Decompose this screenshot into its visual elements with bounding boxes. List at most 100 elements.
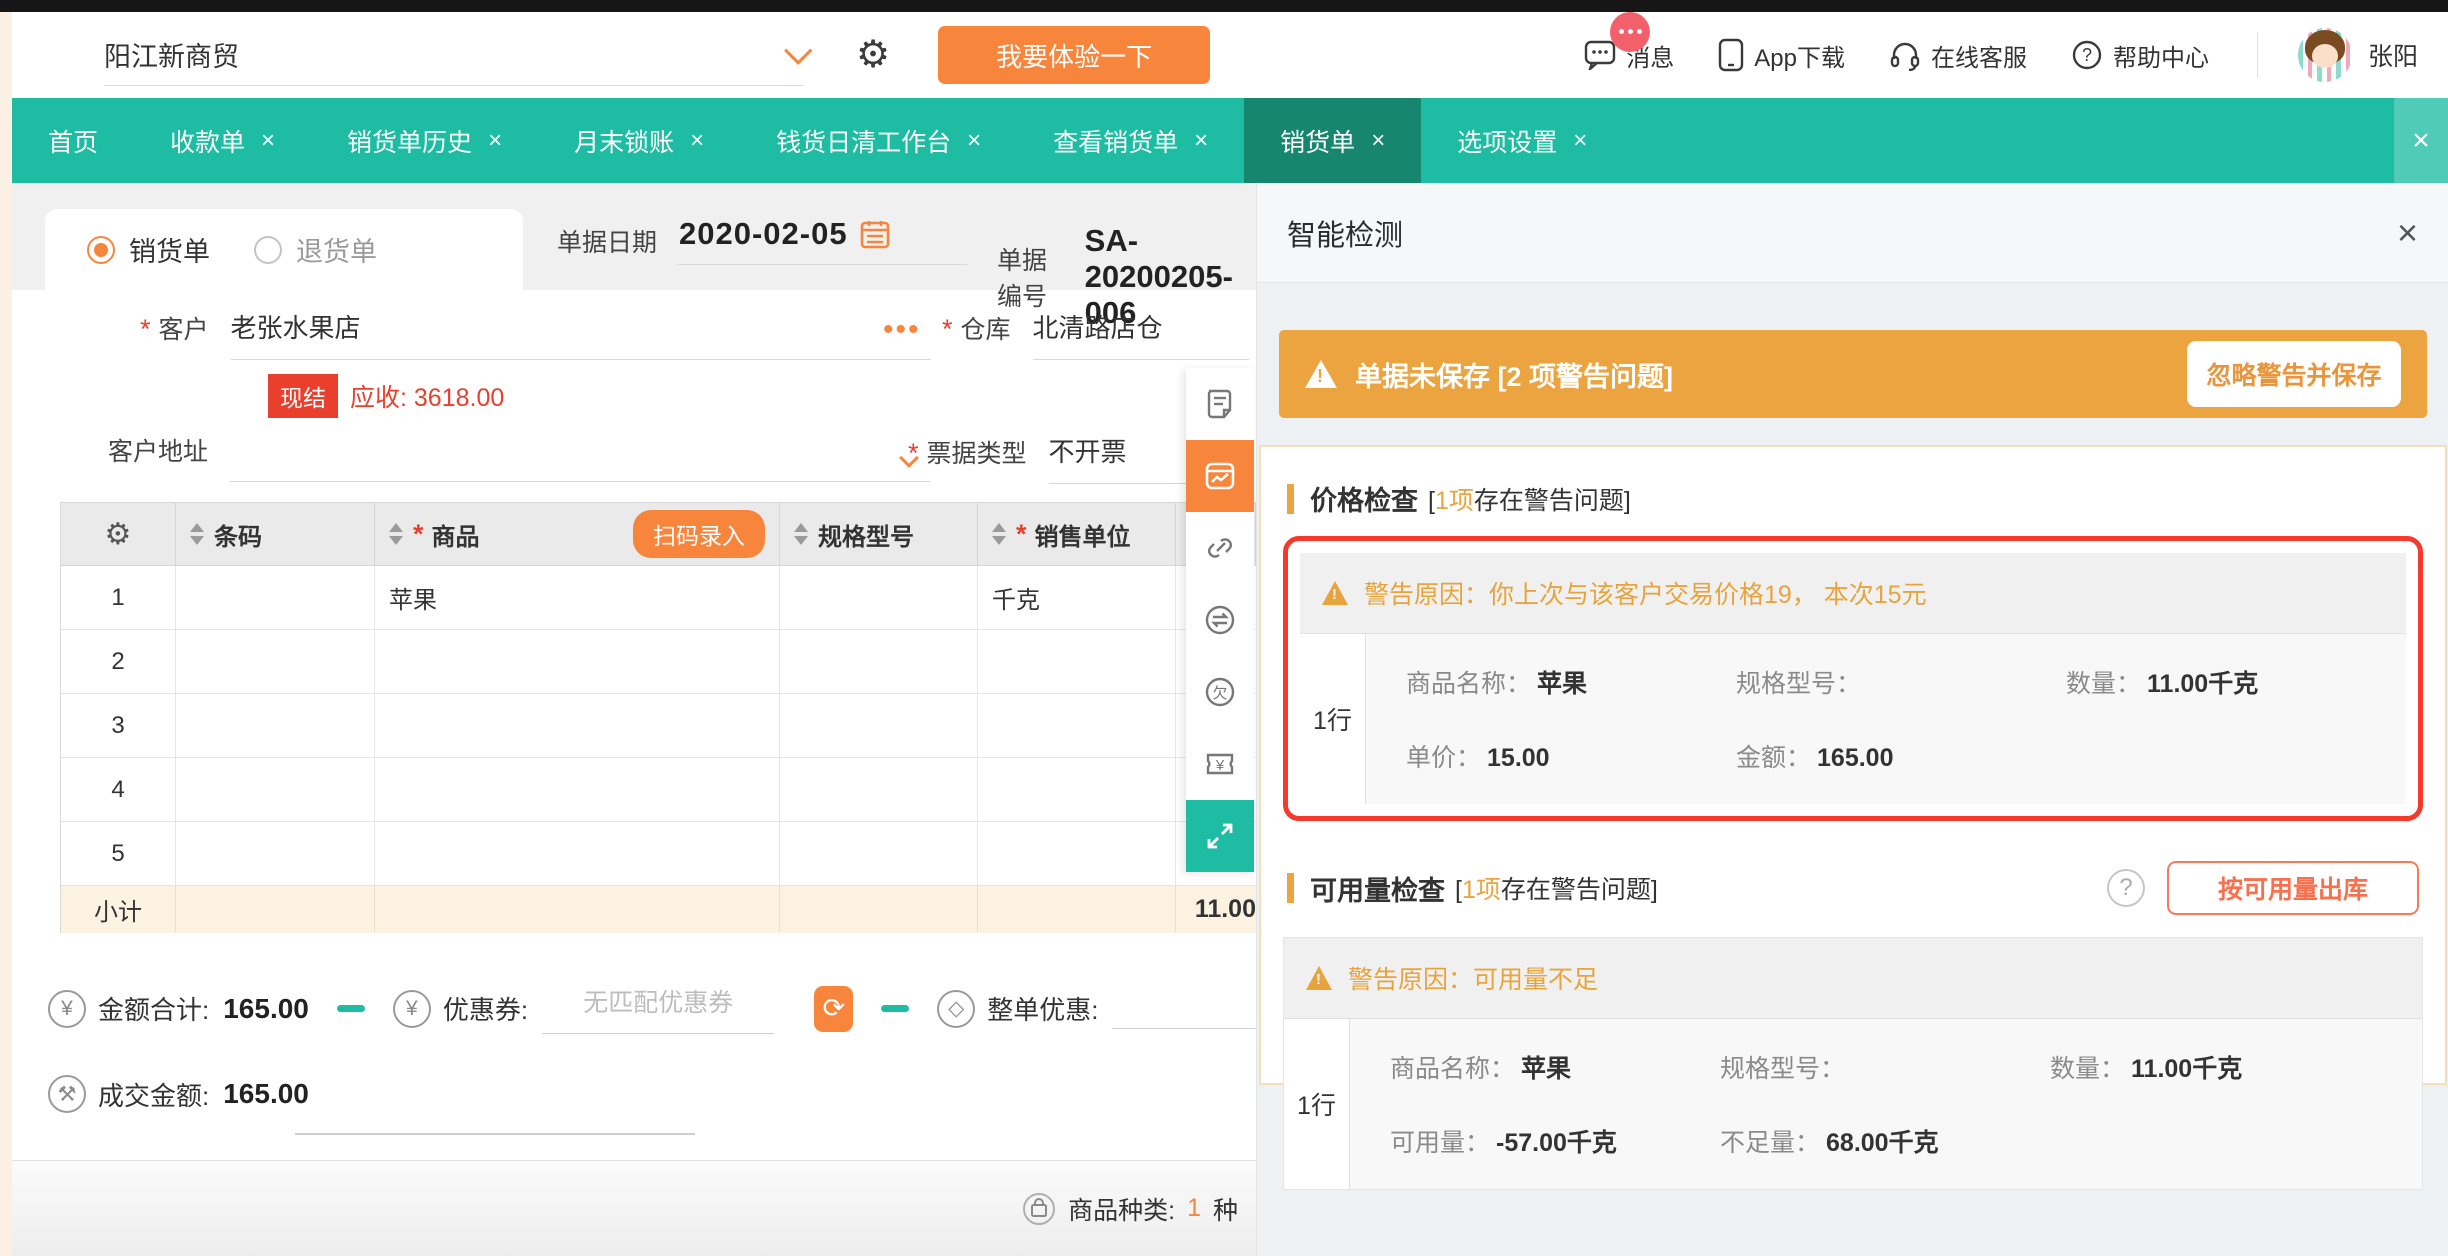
help-circle-icon[interactable]: ? <box>2107 869 2145 907</box>
close-icon[interactable]: × <box>690 127 704 155</box>
refresh-coupon-button[interactable]: ⟳ <box>814 985 854 1032</box>
owe-icon[interactable]: 欠 <box>1186 656 1254 728</box>
cell-spec[interactable] <box>780 566 978 629</box>
cell-unit[interactable] <box>978 694 1176 757</box>
header-barcode[interactable]: 条码 <box>176 503 375 565</box>
table-row[interactable]: 3 <box>61 694 1256 758</box>
header-unit[interactable]: * 销售单位 <box>978 503 1176 565</box>
amount-total-value: 165.00 <box>223 992 309 1024</box>
tab-daily-workbench[interactable]: 钱货日清工作台 × <box>740 98 1017 183</box>
coupon-yen-icon[interactable]: ¥ <box>1186 728 1254 800</box>
company-selector[interactable]: 阳江新商贸 <box>104 24 813 86</box>
amount-total-label: 金额合计: <box>98 995 210 1025</box>
close-icon[interactable]: × <box>967 127 981 155</box>
cell-barcode[interactable] <box>176 822 375 885</box>
tab-sales-history[interactable]: 销货单历史 × <box>311 98 538 183</box>
gear-icon[interactable]: ⚙ <box>856 36 890 74</box>
cell-spec[interactable] <box>780 758 978 821</box>
cell-barcode[interactable] <box>176 630 375 693</box>
sort-icon[interactable] <box>389 523 403 545</box>
cell-product[interactable] <box>375 694 780 757</box>
scan-entry-button[interactable]: 扫码录入 <box>633 510 765 558</box>
tab-receipt[interactable]: 收款单 × <box>134 98 311 183</box>
tab-month-lock[interactable]: 月末锁账 × <box>538 98 740 183</box>
close-icon[interactable]: × <box>1573 127 1587 155</box>
exchange-icon[interactable] <box>1186 584 1254 656</box>
table-row[interactable]: 4 <box>61 758 1256 822</box>
nav-messages[interactable]: 消息 <box>1584 11 1674 73</box>
customer-input[interactable]: 老张水果店 ••• <box>230 308 931 360</box>
tabbar-close-icon[interactable]: × <box>2394 98 2448 183</box>
experience-button[interactable]: 我要体验一下 <box>938 26 1211 84</box>
tab-sales-order-active[interactable]: 销货单 × <box>1244 98 1422 183</box>
expand-icon[interactable] <box>1186 800 1254 872</box>
nav-support[interactable]: 在线客服 <box>1889 38 2027 73</box>
ignore-and-save-button[interactable]: 忽略警告并保存 <box>2187 341 2401 407</box>
required-star: * <box>413 518 424 549</box>
row-index-label: 1行 <box>1284 1019 1350 1189</box>
nav-app-download[interactable]: App下载 <box>1718 38 1845 73</box>
cell-product[interactable] <box>375 822 780 885</box>
deal-hammer-icon: ⚒ <box>48 1075 86 1113</box>
radio-return-order[interactable]: 退货单 <box>254 230 377 269</box>
detail-field: 数量： 11.00千克 <box>2066 670 2259 698</box>
cell-spec[interactable] <box>780 822 978 885</box>
cell-unit[interactable] <box>978 758 1176 821</box>
cell-spec[interactable] <box>780 630 978 693</box>
tab-view-sales-order[interactable]: 查看销货单 × <box>1017 98 1244 183</box>
subtotal-quantity: 11.00 <box>1194 895 1256 923</box>
bag-circle-icon <box>1023 1192 1056 1225</box>
appbar-right-nav: 消息 App下载 在线客服 ? 帮助中心 张阳 <box>1540 11 2418 82</box>
sort-icon[interactable] <box>992 523 1006 545</box>
link-icon[interactable] <box>1186 512 1254 584</box>
column-settings-gear-icon[interactable]: ⚙ <box>61 503 176 565</box>
tab-home[interactable]: 首页 <box>12 98 134 183</box>
table-row[interactable]: 5 <box>61 822 1256 886</box>
settlement-info: 现结 应收: 3618.00 <box>268 374 504 418</box>
cell-barcode[interactable] <box>176 694 375 757</box>
coupon-label: 优惠券: <box>442 995 529 1025</box>
more-dots-icon[interactable]: ••• <box>883 313 921 347</box>
final-amount-underline <box>295 1133 695 1135</box>
cell-unit[interactable] <box>978 822 1176 885</box>
close-icon[interactable]: × <box>1194 127 1208 155</box>
nav-help[interactable]: ? 帮助中心 <box>2071 38 2209 73</box>
sort-icon[interactable] <box>794 523 808 545</box>
cell-product[interactable] <box>375 758 780 821</box>
panel-close-icon[interactable]: × <box>2397 214 2418 251</box>
chart-panel-icon[interactable] <box>1186 440 1254 512</box>
cell-spec[interactable] <box>780 694 978 757</box>
address-input[interactable] <box>230 436 931 482</box>
ship-by-available-button[interactable]: 按可用量出库 <box>2167 861 2419 915</box>
sort-icon[interactable] <box>190 523 204 545</box>
calendar-icon[interactable] <box>860 219 890 249</box>
cell-product[interactable]: 苹果 <box>375 566 780 629</box>
table-row[interactable]: 2 <box>61 630 1256 694</box>
unsaved-warning-banner: 单据未保存 [2 项警告问题] 忽略警告并保存 <box>1279 330 2427 418</box>
close-icon[interactable]: × <box>261 127 275 155</box>
close-icon[interactable]: × <box>1371 127 1385 155</box>
section-accent-bar <box>1287 873 1294 903</box>
header-product[interactable]: * 商品 扫码录入 <box>375 503 780 565</box>
doc-note-icon[interactable] <box>1186 368 1254 440</box>
cell-unit[interactable] <box>978 630 1176 693</box>
avatar[interactable] <box>2297 28 2352 82</box>
tab-options[interactable]: 选项设置 × <box>1421 98 1623 183</box>
table-row[interactable]: 1 苹果 千克 <box>61 566 1256 630</box>
cell-barcode[interactable] <box>176 758 375 821</box>
detail-field: 不足量： 68.00千克 <box>1720 1129 1939 1157</box>
coupon-input[interactable]: 无匹配优惠券 <box>542 983 775 1034</box>
cell-product[interactable] <box>375 630 780 693</box>
cell-barcode[interactable] <box>176 566 375 629</box>
radio-sales-order[interactable]: 销货单 <box>87 230 210 269</box>
detail-field: 金额： 165.00 <box>1736 744 1894 772</box>
warehouse-input[interactable]: 北清路店仓 <box>1032 308 1249 360</box>
discount-tag-icon: ◇ <box>937 989 976 1028</box>
close-icon[interactable]: × <box>488 127 502 155</box>
final-amount-row: ⚒ 成交金额: 165.00 <box>48 1075 309 1113</box>
doc-date-field: 单据日期 2020-02-05 <box>557 216 968 265</box>
header-spec[interactable]: 规格型号 <box>780 503 978 565</box>
cell-unit[interactable]: 千克 <box>978 566 1176 629</box>
doc-date-input[interactable]: 2020-02-05 <box>677 216 968 265</box>
order-discount-input[interactable] <box>1112 989 1256 1029</box>
